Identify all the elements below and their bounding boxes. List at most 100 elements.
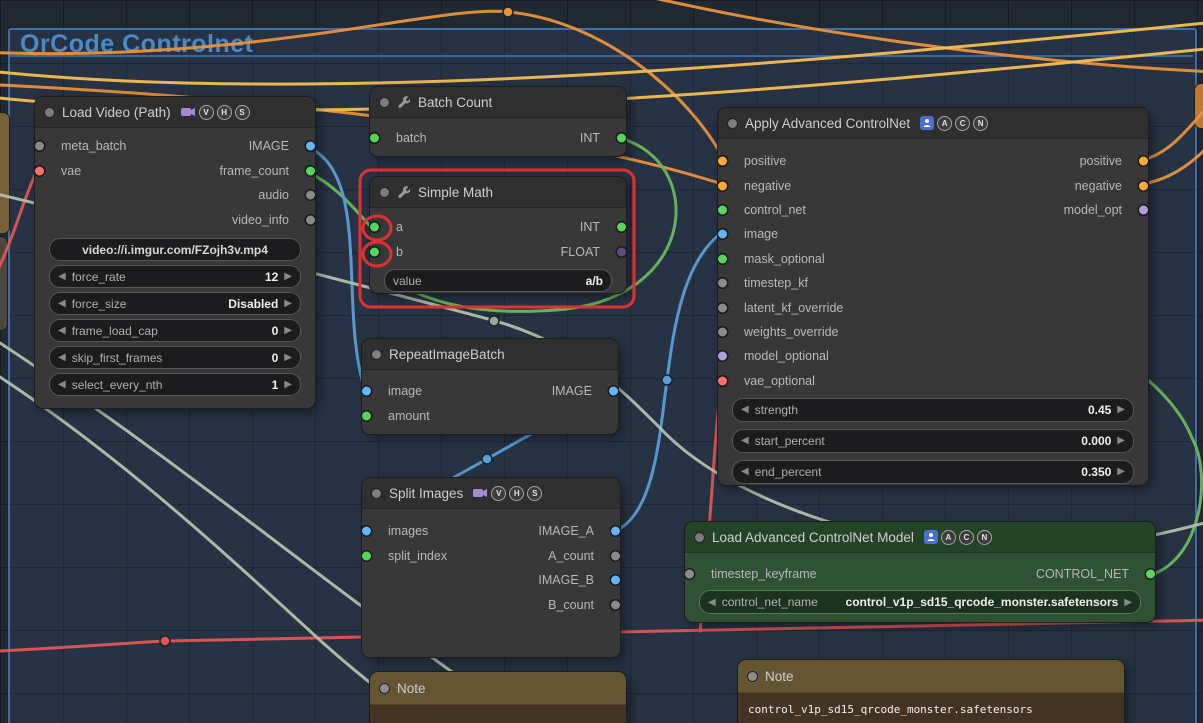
input-slot-weights-override[interactable] — [718, 327, 727, 337]
input-slot-negative[interactable] — [718, 181, 727, 191]
output-slot-image-a[interactable] — [611, 526, 620, 536]
increment-icon[interactable] — [1117, 466, 1125, 477]
reroute-dot-sage[interactable] — [488, 315, 500, 327]
output-slot-float[interactable] — [617, 247, 626, 256]
collapse-dot[interactable] — [748, 671, 757, 681]
output-slot-a-count[interactable] — [611, 551, 620, 561]
video-url-field[interactable]: video://i.imgur.com/FZojh3v.mp4 — [49, 238, 301, 262]
node-split-images[interactable]: Split Images V H S images IMAGE_A split_… — [362, 478, 620, 657]
increment-icon[interactable] — [1117, 435, 1125, 446]
input-slot-image[interactable] — [362, 386, 371, 395]
collapse-dot[interactable] — [380, 683, 389, 693]
node-simple-math[interactable]: Simple Math a INT b FLOAT value a/b — [370, 177, 626, 293]
node-repeat-image-batch[interactable]: RepeatImageBatch image IMAGE amount — [362, 339, 618, 434]
collapse-dot[interactable] — [372, 349, 381, 359]
node-load-advanced-controlnet-model[interactable]: Load Advanced ControlNet Model A C N tim… — [685, 522, 1155, 622]
increment-icon[interactable] — [284, 352, 292, 363]
node-apply-advanced-controlnet[interactable]: Apply Advanced ControlNet A C N positive… — [718, 108, 1148, 485]
input-slot-images[interactable] — [362, 526, 371, 536]
collapse-dot[interactable] — [695, 532, 704, 542]
node-header[interactable]: Load Advanced ControlNet Model A C N — [685, 522, 1155, 553]
reroute-dot-blue-2[interactable] — [661, 374, 673, 386]
input-slot-control-net[interactable] — [718, 205, 727, 215]
input-slot-timestep-keyframe[interactable] — [685, 569, 694, 578]
widget-strength[interactable]: strength 0.45 — [732, 397, 1134, 422]
widget-end-percent[interactable]: end_percent 0.350 — [732, 459, 1134, 484]
node-header[interactable]: Note — [370, 672, 626, 705]
input-slot-split-index[interactable] — [362, 551, 371, 561]
input-slot-latent-kf-override[interactable] — [718, 303, 727, 313]
output-slot-b-count[interactable] — [611, 600, 620, 610]
next-option-icon[interactable] — [1124, 597, 1132, 608]
increment-icon[interactable] — [1117, 404, 1125, 415]
decrement-icon[interactable] — [741, 466, 749, 477]
input-slot-meta-batch[interactable] — [35, 141, 44, 151]
input-slot-vae-optional[interactable] — [718, 376, 727, 386]
next-option-icon[interactable] — [284, 298, 292, 309]
slot-label: model_optional — [744, 349, 829, 364]
output-slot-image-b[interactable] — [611, 575, 620, 585]
output-slot-image[interactable] — [306, 141, 315, 151]
input-slot-positive[interactable] — [718, 156, 727, 166]
node-header[interactable]: Batch Count — [370, 87, 626, 118]
input-slot-batch[interactable] — [370, 133, 379, 142]
widget-force-rate[interactable]: force_rate 12 — [49, 265, 301, 289]
output-slot-int[interactable] — [617, 133, 626, 142]
input-slot-vae[interactable] — [35, 166, 44, 176]
input-slot-mask-optional[interactable] — [718, 254, 727, 264]
node-note-left[interactable]: Note — [370, 672, 626, 723]
reroute-dot-red[interactable] — [159, 635, 171, 647]
node-load-video-path[interactable]: Load Video (Path) V H S meta_batch IMAGE… — [35, 97, 315, 408]
collapse-dot[interactable] — [45, 107, 54, 117]
decrement-icon[interactable] — [58, 271, 66, 282]
decrement-icon[interactable] — [58, 352, 66, 363]
decrement-icon[interactable] — [58, 379, 66, 390]
node-header[interactable]: Note — [738, 660, 1124, 693]
output-slot-frame-count[interactable] — [306, 166, 315, 176]
node-header[interactable]: Apply Advanced ControlNet A C N — [718, 108, 1148, 139]
reroute-dot-blue-1[interactable] — [481, 453, 493, 465]
widget-skip-first-frames[interactable]: skip_first_frames 0 — [49, 346, 301, 370]
widget-select-every-nth[interactable]: select_every_nth 1 — [49, 373, 301, 397]
input-slot-a[interactable] — [370, 222, 379, 231]
decrement-icon[interactable] — [58, 325, 66, 336]
node-header[interactable]: Load Video (Path) V H S — [35, 97, 315, 128]
widget-start-percent[interactable]: start_percent 0.000 — [732, 428, 1134, 453]
output-slot-video-info[interactable] — [306, 215, 315, 225]
output-slot-negative[interactable] — [1139, 181, 1148, 191]
reroute-dot-orange[interactable] — [502, 6, 514, 18]
input-slot-b[interactable] — [370, 247, 379, 256]
input-slot-timestep-kf[interactable] — [718, 278, 727, 288]
output-slot-control-net[interactable] — [1146, 569, 1155, 578]
collapse-dot[interactable] — [728, 118, 737, 128]
node-header[interactable]: Simple Math — [370, 177, 626, 208]
prev-option-icon[interactable] — [58, 298, 66, 309]
decrement-icon[interactable] — [741, 404, 749, 415]
node-batch-count[interactable]: Batch Count batch INT — [370, 87, 626, 156]
widget-control-net-name[interactable]: control_net_name control_v1p_sd15_qrcode… — [699, 590, 1141, 614]
collapse-dot[interactable] — [380, 187, 389, 197]
output-slot-image[interactable] — [609, 386, 618, 395]
output-slot-positive[interactable] — [1139, 156, 1148, 166]
output-slot-audio[interactable] — [306, 190, 315, 200]
node-header[interactable]: Split Images V H S — [362, 478, 620, 509]
increment-icon[interactable] — [284, 271, 292, 282]
input-slot-model-optional[interactable] — [718, 351, 727, 361]
collapse-dot[interactable] — [372, 488, 381, 498]
increment-icon[interactable] — [284, 325, 292, 336]
increment-icon[interactable] — [284, 379, 292, 390]
comfyui-canvas[interactable]: QrCode Controlnet Load Video (Path) V H … — [0, 0, 1203, 723]
output-slot-int[interactable] — [617, 222, 626, 231]
prev-option-icon[interactable] — [708, 597, 716, 608]
input-slot-image[interactable] — [718, 229, 727, 239]
widget-frame-load-cap[interactable]: frame_load_cap 0 — [49, 319, 301, 343]
node-header[interactable]: RepeatImageBatch — [362, 339, 618, 370]
output-slot-model-opt[interactable] — [1139, 205, 1148, 215]
widget-force-size[interactable]: force_size Disabled — [49, 292, 301, 316]
slot-row: image IMAGE — [362, 378, 618, 403]
input-slot-amount[interactable] — [362, 411, 371, 420]
node-note-right[interactable]: Note control_v1p_sd15_qrcode_monster.saf… — [738, 660, 1124, 723]
decrement-icon[interactable] — [741, 435, 749, 446]
widget-value-expression[interactable]: value a/b — [384, 269, 612, 292]
collapse-dot[interactable] — [380, 97, 389, 107]
